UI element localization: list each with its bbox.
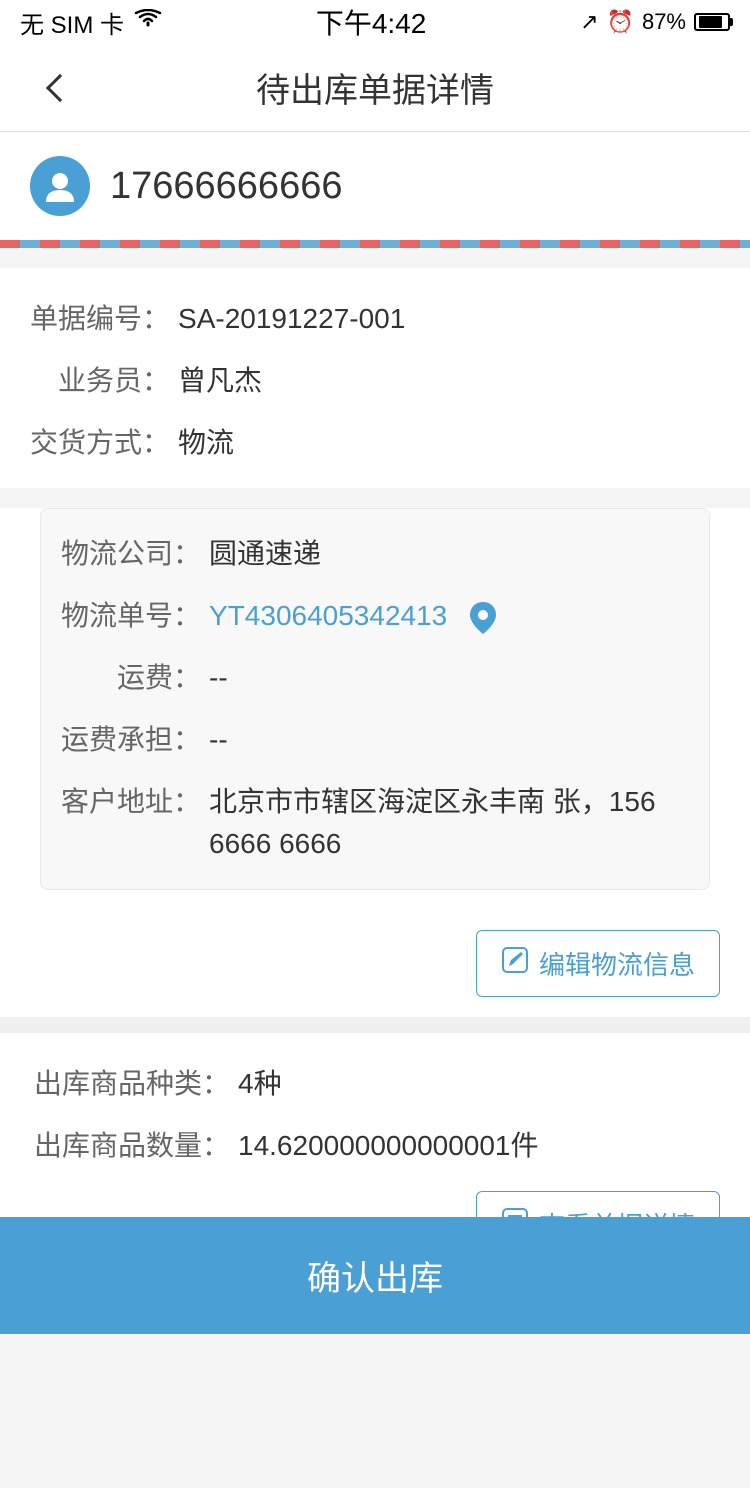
logistics-section: 物流公司： 圆通速递 物流单号： YT4306405342413 运费： -- … bbox=[40, 508, 710, 890]
avatar bbox=[30, 156, 90, 216]
product-types-value: 4种 bbox=[230, 1063, 720, 1105]
user-section: 17666666666 bbox=[0, 132, 750, 240]
edit-icon bbox=[501, 946, 529, 981]
logistics-wrapper: 物流公司： 圆通速递 物流单号： YT4306405342413 运费： -- … bbox=[0, 508, 750, 910]
salesman-label: 业务员： bbox=[30, 360, 170, 402]
logistics-company-value: 圆通速递 bbox=[201, 533, 689, 575]
address-value: 北京市市辖区海淀区永丰南 张，156 6666 6666 bbox=[201, 781, 689, 865]
status-right: ↗ ⏰ 87% bbox=[580, 9, 730, 35]
confirm-btn-container: 确认出库 bbox=[0, 1217, 750, 1334]
freight-bearer-label: 运费承担： bbox=[61, 719, 201, 761]
delivery-value: 物流 bbox=[170, 422, 720, 464]
section-divider bbox=[0, 1017, 750, 1033]
address-label: 客户地址： bbox=[61, 781, 201, 823]
logistics-tracking-row: 物流单号： YT4306405342413 bbox=[61, 595, 689, 637]
freight-bearer-value: -- bbox=[201, 719, 689, 761]
logistics-tracking-value: YT4306405342413 bbox=[201, 595, 689, 637]
status-left: 无 SIM 卡 bbox=[20, 5, 162, 40]
logistics-company-label: 物流公司： bbox=[61, 533, 201, 575]
confirm-button[interactable]: 确认出库 bbox=[30, 1241, 720, 1310]
nav-bar: 待出库单据详情 bbox=[0, 44, 750, 132]
status-time: 下午4:42 bbox=[316, 2, 427, 42]
edit-btn-container: 编辑物流信息 bbox=[0, 910, 750, 1017]
carrier-text: 无 SIM 卡 bbox=[20, 5, 124, 40]
freight-bearer-row: 运费承担： -- bbox=[61, 719, 689, 761]
freight-value: -- bbox=[201, 657, 689, 699]
product-types-row: 出库商品种类： 4种 bbox=[30, 1063, 720, 1105]
freight-row: 运费： -- bbox=[61, 657, 689, 699]
battery-percent: 87% bbox=[642, 9, 686, 35]
back-button[interactable] bbox=[30, 58, 90, 118]
address-row: 客户地址： 北京市市辖区海淀区永丰南 张，156 6666 6666 bbox=[61, 781, 689, 865]
map-pin-icon[interactable] bbox=[465, 600, 501, 636]
salesman-row: 业务员： 曾凡杰 bbox=[30, 360, 720, 402]
location-arrow-icon: ↗ bbox=[580, 9, 598, 35]
product-quantity-row: 出库商品数量： 14.620000000000001件 bbox=[30, 1125, 720, 1167]
dashed-divider bbox=[0, 240, 750, 248]
status-bar: 无 SIM 卡 下午4:42 ↗ ⏰ 87% bbox=[0, 0, 750, 44]
logistics-tracking-label: 物流单号： bbox=[61, 595, 201, 637]
user-phone: 17666666666 bbox=[110, 165, 342, 208]
alarm-icon: ⏰ bbox=[607, 9, 634, 35]
document-number-value: SA-20191227-001 bbox=[170, 298, 720, 340]
document-number-label: 单据编号： bbox=[30, 298, 170, 340]
edit-logistics-button[interactable]: 编辑物流信息 bbox=[476, 930, 720, 997]
person-icon bbox=[42, 168, 78, 204]
document-number-row: 单据编号： SA-20191227-001 bbox=[30, 298, 720, 340]
page-title: 待出库单据详情 bbox=[90, 63, 660, 112]
wifi-icon bbox=[134, 8, 162, 36]
product-types-label: 出库商品种类： bbox=[30, 1063, 230, 1105]
logistics-company-row: 物流公司： 圆通速递 bbox=[61, 533, 689, 575]
document-info-section: 单据编号： SA-20191227-001 业务员： 曾凡杰 交货方式： 物流 bbox=[0, 268, 750, 488]
freight-label: 运费： bbox=[61, 657, 201, 699]
battery-icon bbox=[694, 13, 730, 31]
product-quantity-value: 14.620000000000001件 bbox=[230, 1125, 720, 1167]
delivery-label: 交货方式： bbox=[30, 422, 170, 464]
product-quantity-label: 出库商品数量： bbox=[30, 1125, 230, 1167]
salesman-value: 曾凡杰 bbox=[170, 360, 720, 402]
back-arrow-icon bbox=[46, 73, 74, 101]
edit-logistics-label: 编辑物流信息 bbox=[539, 945, 695, 982]
delivery-row: 交货方式： 物流 bbox=[30, 422, 720, 464]
product-section: 出库商品种类： 4种 出库商品数量： 14.620000000000001件 bbox=[0, 1033, 750, 1191]
